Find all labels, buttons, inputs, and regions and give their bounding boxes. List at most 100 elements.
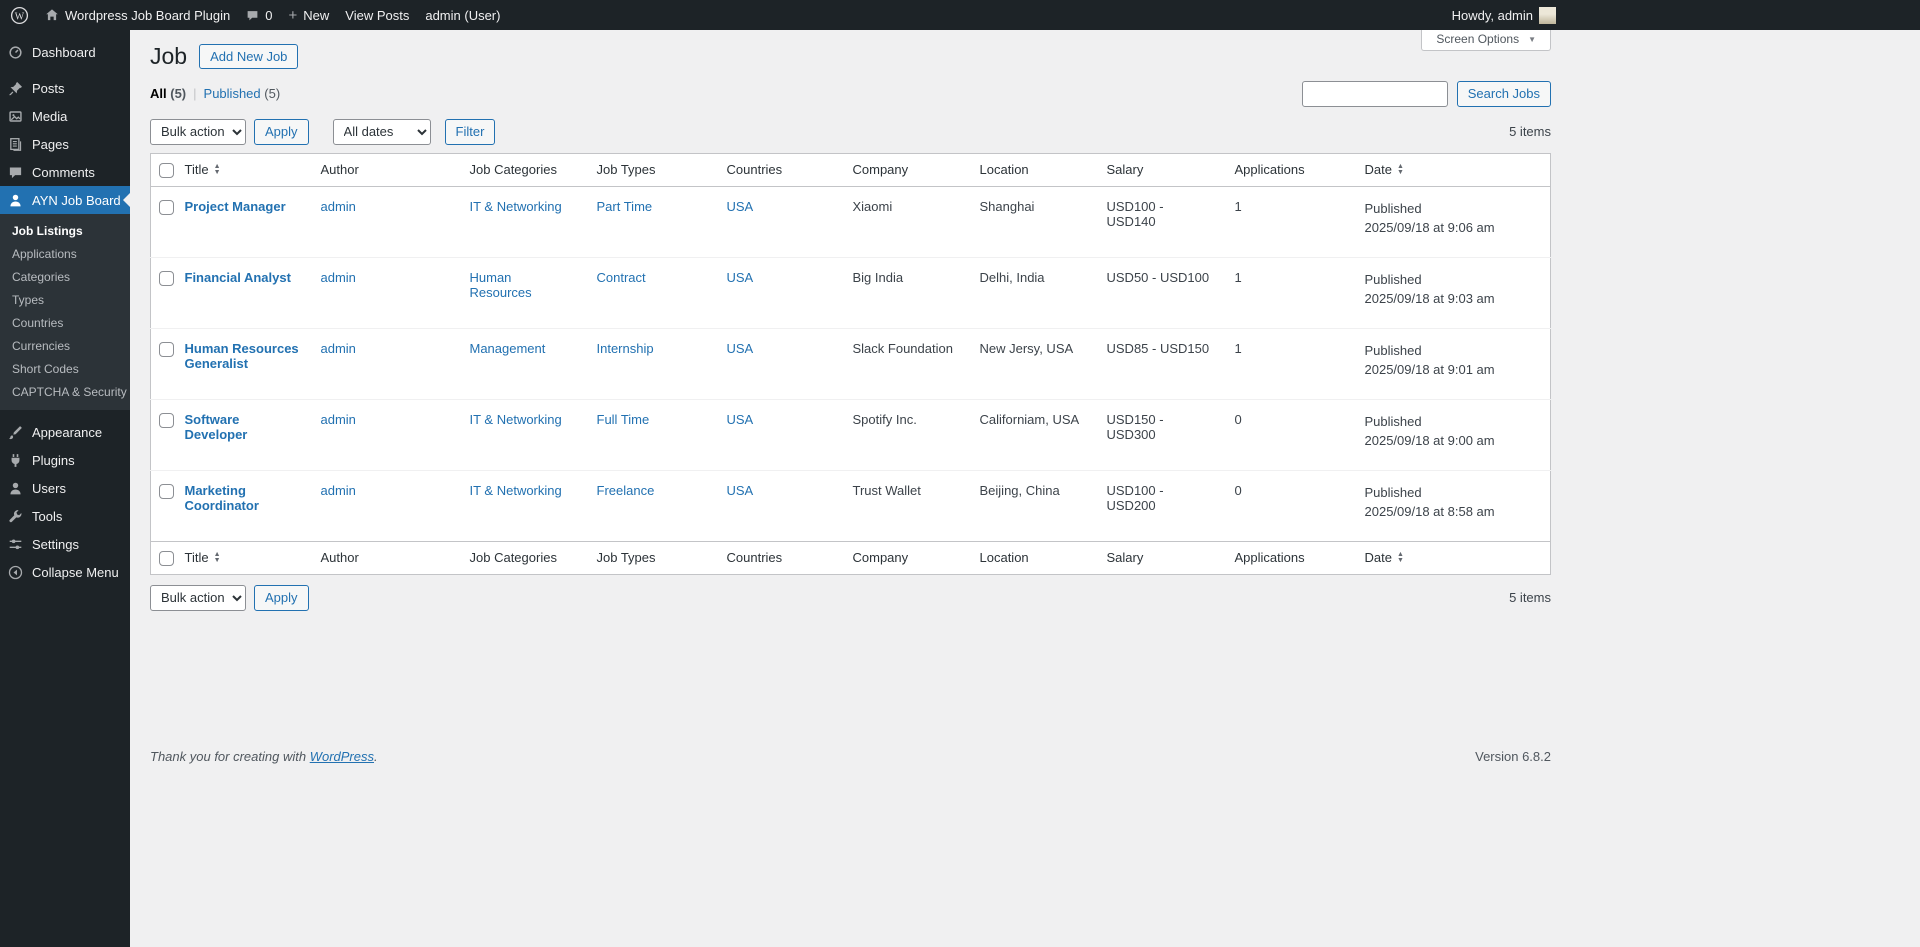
sidebar-item-comments[interactable]: Comments: [0, 158, 130, 186]
sidebar-item-plugins[interactable]: Plugins: [0, 446, 130, 474]
row-select-checkbox[interactable]: [159, 483, 175, 499]
submenu-item-currencies[interactable]: Currencies: [0, 335, 130, 358]
applications-cell: 0: [1234, 411, 1242, 427]
sort-by-date-link[interactable]: Date ▲ ▼: [1365, 550, 1404, 565]
publish-date: 2025/09/18 at 9:01 am: [1364, 362, 1495, 378]
filter-button[interactable]: Filter: [444, 118, 496, 145]
new-content-link[interactable]: + New: [280, 0, 337, 30]
site-name-link[interactable]: Wordpress Job Board Plugin: [37, 0, 238, 30]
submenu-item-categories[interactable]: Categories: [0, 266, 130, 289]
country-link[interactable]: USA: [727, 270, 754, 285]
select-all-checkbox[interactable]: [159, 162, 174, 178]
sidebar-item-settings[interactable]: Settings: [0, 530, 130, 558]
publish-status: Published: [1364, 413, 1422, 429]
footer-version: Version 6.8.2: [1475, 749, 1551, 764]
howdy-account-menu[interactable]: Howdy, admin: [1444, 0, 1564, 30]
submenu-item-applications[interactable]: Applications: [0, 243, 130, 266]
job-type-link[interactable]: Internship: [597, 341, 654, 356]
row-select-checkbox[interactable]: [159, 199, 175, 215]
sidebar-item-pages[interactable]: Pages: [0, 130, 130, 158]
company-cell: Trust Wallet: [852, 482, 921, 498]
current-user-link[interactable]: admin (User): [417, 0, 508, 30]
submenu-item-short-codes[interactable]: Short Codes: [0, 358, 130, 381]
screen-options-button[interactable]: Screen Options ▼: [1421, 28, 1551, 51]
author-link[interactable]: admin: [321, 199, 356, 214]
view-all-link[interactable]: All (5): [150, 86, 186, 101]
search-jobs-input[interactable]: [1301, 80, 1448, 107]
wordpress-logo-icon: W: [10, 6, 29, 25]
row-select-cell: [151, 186, 175, 257]
job-type-link[interactable]: Part Time: [597, 199, 653, 214]
view-published-link[interactable]: Published (5): [204, 86, 281, 101]
apply-button[interactable]: Apply: [254, 118, 309, 145]
sidebar-item-tools[interactable]: Tools: [0, 502, 130, 530]
author-link[interactable]: admin: [321, 270, 356, 285]
date-cell: Published 2025/09/18 at 9:01 am: [1355, 328, 1551, 399]
search-jobs-button[interactable]: Search Jobs: [1456, 80, 1551, 107]
collapse-menu-button[interactable]: Collapse Menu: [0, 558, 130, 586]
applications-cell: 0: [1234, 482, 1242, 498]
sidebar-item-posts[interactable]: Posts: [0, 74, 130, 102]
job-title-link[interactable]: Human Resources Generalist: [185, 341, 299, 371]
view-posts-link[interactable]: View Posts: [337, 0, 417, 30]
dates-filter-select[interactable]: All dates: [332, 118, 431, 145]
author-link[interactable]: admin: [321, 483, 356, 498]
job-category-link[interactable]: Management: [470, 341, 546, 356]
home-icon: [45, 8, 59, 22]
row-select-checkbox[interactable]: [159, 341, 175, 357]
column-header-salary: Salary: [1106, 162, 1144, 178]
sidebar-item-label: Comments: [32, 164, 95, 180]
wordpress-menu[interactable]: W: [2, 0, 37, 30]
row-select-cell: [151, 257, 175, 328]
company-cell: Big India: [852, 269, 904, 285]
publish-status: Published: [1364, 200, 1422, 216]
country-link[interactable]: USA: [727, 483, 754, 498]
country-link[interactable]: USA: [727, 412, 754, 427]
job-category-link[interactable]: Human Resources: [470, 270, 532, 300]
job-title-link[interactable]: Project Manager: [185, 199, 286, 214]
sidebar-item-media[interactable]: Media: [0, 102, 130, 130]
country-link[interactable]: USA: [727, 341, 754, 356]
sidebar-item-appearance[interactable]: Appearance: [0, 418, 130, 446]
job-title-link[interactable]: Software Developer: [185, 412, 248, 442]
sidebar-item-label: Tools: [32, 508, 63, 524]
job-category-link[interactable]: IT & Networking: [470, 483, 562, 498]
sidebar-item-dashboard[interactable]: Dashboard: [0, 38, 130, 66]
job-type-link[interactable]: Full Time: [597, 412, 650, 427]
apply-button-bottom[interactable]: Apply: [254, 584, 309, 611]
author-link[interactable]: admin: [321, 412, 356, 427]
submenu-item-captcha-security[interactable]: CAPTCHA & Security: [0, 381, 130, 404]
wordpress-link[interactable]: WordPress: [310, 749, 374, 764]
job-category-link[interactable]: IT & Networking: [470, 412, 562, 427]
bulk-actions-select[interactable]: Bulk actions: [150, 118, 246, 145]
publish-status: Published: [1364, 484, 1422, 500]
appearance-icon: [8, 425, 23, 440]
job-title-link[interactable]: Financial Analyst: [185, 270, 291, 285]
add-new-job-button[interactable]: Add New Job: [199, 43, 299, 69]
job-title-link[interactable]: Marketing Coordinator: [185, 483, 259, 513]
country-link[interactable]: USA: [727, 199, 754, 214]
row-select-checkbox[interactable]: [159, 270, 175, 286]
row-select-checkbox[interactable]: [159, 412, 175, 428]
sort-by-date-link[interactable]: Date ▲ ▼: [1365, 162, 1404, 177]
select-all-checkbox[interactable]: [159, 550, 174, 566]
sort-by-title-link[interactable]: Title ▲ ▼: [185, 162, 221, 177]
job-type-link[interactable]: Contract: [597, 270, 646, 285]
bulk-actions-select-bottom[interactable]: Bulk actions: [150, 584, 246, 611]
company-cell: Xiaomi: [852, 198, 893, 214]
sidebar-item-ayn-job-board[interactable]: AYN Job Board: [0, 186, 130, 214]
job-category-link[interactable]: IT & Networking: [470, 199, 562, 214]
posts-icon: [8, 81, 23, 96]
admin-bar-comments-link[interactable]: 0: [238, 0, 280, 30]
dashboard-icon: [8, 45, 23, 60]
submenu-item-job-listings[interactable]: Job Listings: [0, 220, 130, 243]
job-type-link[interactable]: Freelance: [597, 483, 655, 498]
submenu-item-countries[interactable]: Countries: [0, 312, 130, 335]
plus-icon: +: [288, 6, 298, 24]
sort-arrows-icon: ▲ ▼: [213, 550, 221, 564]
sidebar-item-users[interactable]: Users: [0, 474, 130, 502]
submenu-item-types[interactable]: Types: [0, 289, 130, 312]
sort-by-title-link[interactable]: Title ▲ ▼: [185, 550, 221, 565]
location-cell: Californiam, USA: [979, 411, 1080, 427]
author-link[interactable]: admin: [321, 341, 356, 356]
